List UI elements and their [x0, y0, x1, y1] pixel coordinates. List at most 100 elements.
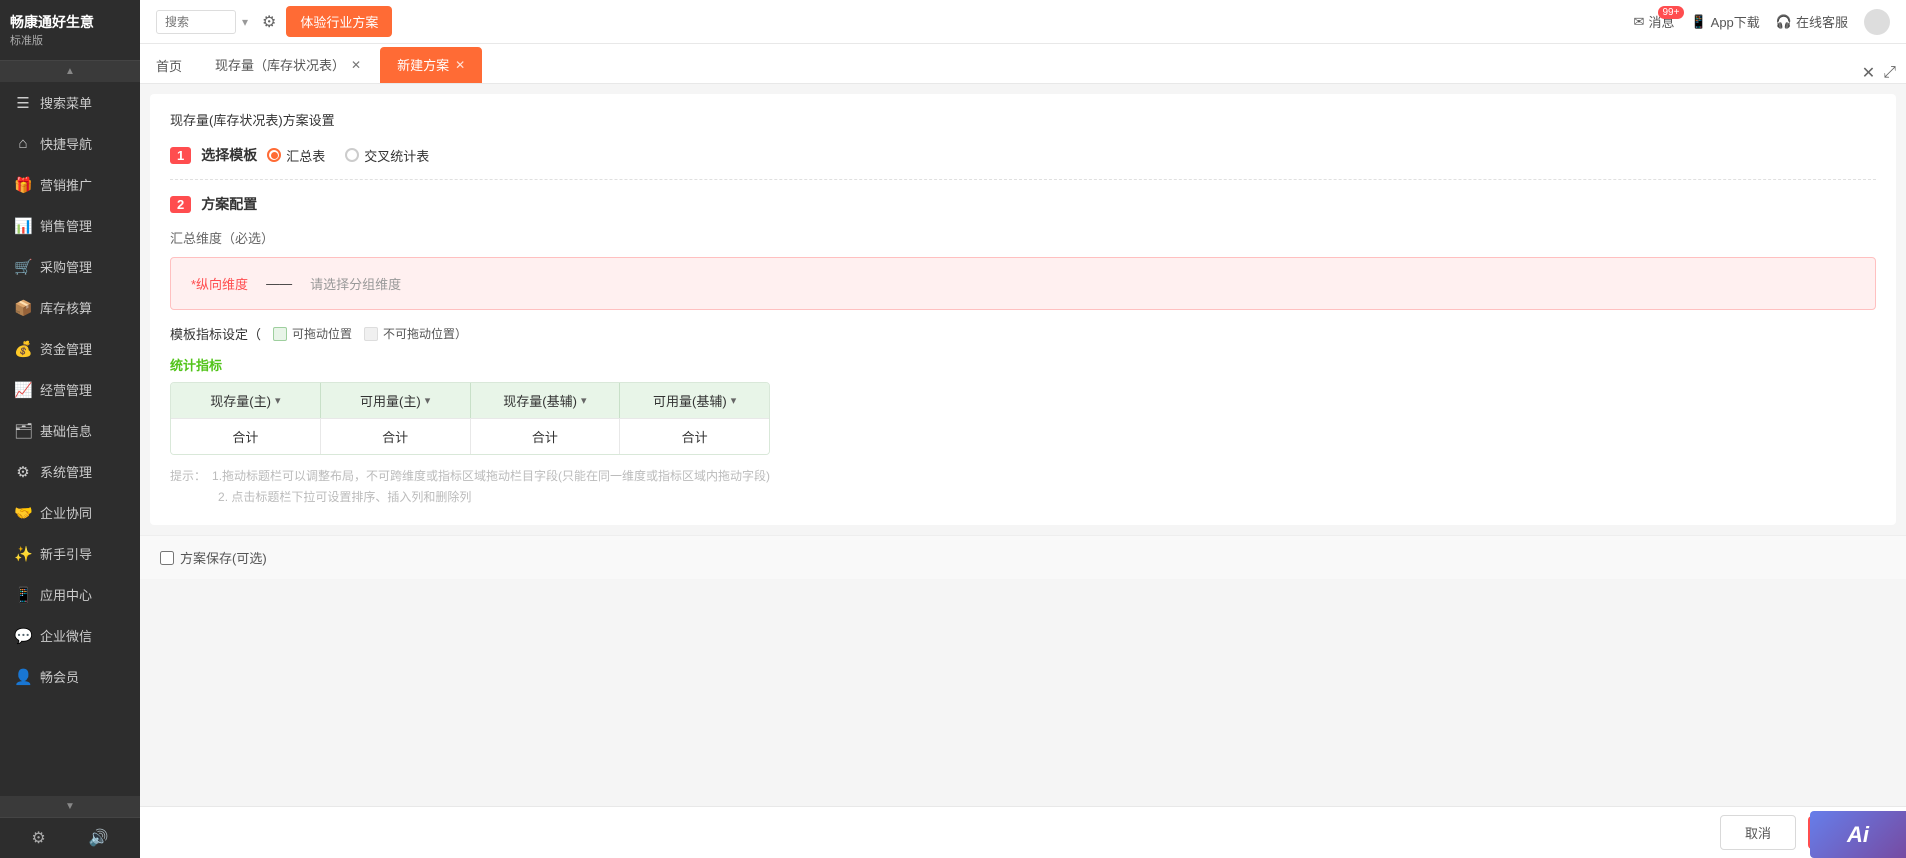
- sidebar-item-label: 资金管理: [40, 339, 92, 358]
- save-checkbox[interactable]: [160, 551, 174, 565]
- step2-label: 方案配置: [201, 194, 257, 214]
- sidebar-nav: ☰ 搜索菜单 ⌂ 快捷导航 🎁 营销推广 📊 销售管理 🛒 采购管理 📦 库存核…: [0, 82, 140, 796]
- finance-icon: 💰: [14, 340, 32, 358]
- col-dropdown-2[interactable]: ▾: [581, 394, 587, 407]
- sidebar-item-quick-nav[interactable]: ⌂ 快捷导航: [0, 123, 140, 164]
- stat-table: 现存量(主) ▾ 可用量(主) ▾ 现存量(基辅) ▾ 可用量(基辅): [170, 382, 770, 455]
- sidebar-item-basic-info[interactable]: 🗂 基础信息: [0, 410, 140, 451]
- dimension-box: *纵向维度 —— 请选择分组维度: [170, 257, 1876, 310]
- step2-header: 2 方案配置: [170, 194, 1876, 214]
- service-button[interactable]: 🎧 在线客服: [1776, 12, 1848, 31]
- tabbar-right: ✕ ⤢: [1862, 63, 1906, 83]
- col-dropdown-1[interactable]: ▾: [425, 394, 431, 407]
- purchase-icon: 🛒: [14, 258, 32, 276]
- sidebar-item-label: 采购管理: [40, 257, 92, 276]
- topbar: ▾ ⚙ 体验行业方案 ✉ 消息 99+ 📱 App下载 🎧 在线客服: [140, 0, 1906, 44]
- radio-summary-circle: [267, 148, 281, 162]
- tab-inventory-status[interactable]: 现存量（库存状况表） ✕: [198, 47, 378, 83]
- tab-inventory-close[interactable]: ✕: [351, 58, 361, 72]
- tab-new-plan-close[interactable]: ✕: [455, 58, 465, 72]
- col-header-0[interactable]: 现存量(主) ▾: [171, 383, 321, 418]
- summary-dimension-label: 汇总维度（必选）: [170, 228, 1876, 247]
- tab-new-plan[interactable]: 新建方案 ✕: [380, 47, 482, 83]
- trial-button[interactable]: 体验行业方案: [286, 6, 392, 37]
- sidebar-item-label: 快捷导航: [40, 134, 92, 153]
- save-row: 方案保存(可选): [140, 535, 1906, 579]
- topbar-right: ✉ 消息 99+ 📱 App下载 🎧 在线客服: [1634, 9, 1890, 35]
- volume-icon[interactable]: 🔊: [89, 828, 109, 848]
- step1-label: 选择模板: [201, 145, 257, 165]
- tab-inventory-label: 现存量（库存状况表）: [215, 55, 345, 74]
- search-menu-icon: ☰: [14, 94, 32, 112]
- draggable-toggle: 可拖动位置: [273, 325, 352, 342]
- sidebar-item-operations[interactable]: 📈 经营管理: [0, 369, 140, 410]
- non-draggable-label: 不可拖动位置）: [383, 325, 467, 342]
- sidebar-item-sales[interactable]: 📊 销售管理: [0, 205, 140, 246]
- sidebar-item-member[interactable]: 👤 畅会员: [0, 656, 140, 697]
- radio-summary[interactable]: 汇总表: [267, 146, 325, 165]
- stat-table-body: 合计 合计 合计 合计: [171, 418, 769, 454]
- stat-section: 统计指标 现存量(主) ▾ 可用量(主) ▾ 现存量(基辅): [170, 355, 1876, 455]
- stat-table-header: 现存量(主) ▾ 可用量(主) ▾ 现存量(基辅) ▾ 可用量(基辅): [171, 383, 769, 418]
- sidebar-item-finance[interactable]: 💰 资金管理: [0, 328, 140, 369]
- cancel-button[interactable]: 取消: [1720, 815, 1796, 850]
- app-edition: 标准版: [10, 32, 130, 48]
- tabbar: 首页 现存量（库存状况表） ✕ 新建方案 ✕ ✕ ⤢: [140, 44, 1906, 84]
- col-dropdown-3[interactable]: ▾: [731, 394, 737, 407]
- search-input[interactable]: [156, 10, 236, 34]
- sidebar-item-label: 营销推广: [40, 175, 92, 194]
- divider-1: [170, 179, 1876, 180]
- user-button[interactable]: [1864, 9, 1890, 35]
- vertical-dim-label: *纵向维度: [191, 274, 248, 293]
- stat-section-title: 统计指标: [170, 355, 1876, 374]
- app-download-button[interactable]: 📱 App下载: [1690, 12, 1759, 31]
- sidebar-item-wechat[interactable]: 💬 企业微信: [0, 615, 140, 656]
- col-dropdown-0[interactable]: ▾: [275, 394, 281, 407]
- sidebar-item-purchase[interactable]: 🛒 采购管理: [0, 246, 140, 287]
- tab-expand-icon[interactable]: ⤢: [1883, 64, 1896, 82]
- step1-badge: 1: [170, 147, 191, 164]
- settings-icon[interactable]: ⚙: [31, 828, 45, 848]
- sidebar-item-app-center[interactable]: 📱 应用中心: [0, 574, 140, 615]
- sidebar-item-label: 系统管理: [40, 462, 92, 481]
- sidebar-item-system[interactable]: ⚙ 系统管理: [0, 451, 140, 492]
- gear-icon[interactable]: ⚙: [262, 12, 276, 32]
- search-area: ▾: [156, 10, 248, 34]
- sidebar-scroll-down[interactable]: ▼: [0, 796, 140, 817]
- ai-bubble[interactable]: Ai: [1810, 811, 1906, 858]
- sidebar-item-cooperation[interactable]: 🤝 企业协同: [0, 492, 140, 533]
- col-header-2[interactable]: 现存量(基辅) ▾: [471, 383, 621, 418]
- operations-icon: 📈: [14, 381, 32, 399]
- action-bar: 取消 查询: [140, 806, 1906, 858]
- dimension-row: *纵向维度 —— 请选择分组维度: [191, 274, 1855, 293]
- avatar: [1864, 9, 1890, 35]
- app-center-icon: 📱: [14, 586, 32, 604]
- radio-cross[interactable]: 交叉统计表: [345, 146, 429, 165]
- sidebar-item-new-guide[interactable]: ✨ 新手引导: [0, 533, 140, 574]
- col-header-3[interactable]: 可用量(基辅) ▾: [620, 383, 769, 418]
- col-label-1: 可用量(主): [360, 391, 421, 410]
- search-dropdown-icon[interactable]: ▾: [242, 15, 248, 29]
- sidebar-item-search-menu[interactable]: ☰ 搜索菜单: [0, 82, 140, 123]
- service-label: 在线客服: [1796, 12, 1848, 31]
- tab-home[interactable]: 首页: [140, 47, 198, 83]
- tab-close-all-icon[interactable]: ✕: [1862, 63, 1875, 83]
- save-label: 方案保存(可选): [180, 548, 267, 567]
- headset-icon: 🎧: [1776, 14, 1792, 30]
- col-header-1[interactable]: 可用量(主) ▾: [321, 383, 471, 418]
- indicator-settings-label: 模板指标设定（: [170, 324, 261, 343]
- cell-0-2: 合计: [471, 419, 621, 454]
- sidebar-scroll-up[interactable]: ▲: [0, 61, 140, 82]
- message-button[interactable]: ✉ 消息 99+: [1634, 12, 1675, 31]
- tab-new-plan-label: 新建方案: [397, 55, 449, 74]
- draggable-box: [273, 327, 287, 341]
- sidebar-item-marketing[interactable]: 🎁 营销推广: [0, 164, 140, 205]
- sidebar-logo: 畅康通好生意 标准版: [0, 0, 140, 61]
- non-draggable-box: [364, 327, 378, 341]
- tip-0: 提示： 1.拖动标题栏可以调整布局，不可跨维度或指标区域拖动栏目字段(只能在同一…: [170, 467, 1876, 484]
- tab-home-label: 首页: [156, 56, 182, 75]
- member-icon: 👤: [14, 668, 32, 686]
- tip-text-1: 2. 点击标题栏下拉可设置排序、插入列和删除列: [218, 490, 471, 504]
- cell-0-3: 合计: [620, 419, 769, 454]
- sidebar-item-inventory[interactable]: 📦 库存核算: [0, 287, 140, 328]
